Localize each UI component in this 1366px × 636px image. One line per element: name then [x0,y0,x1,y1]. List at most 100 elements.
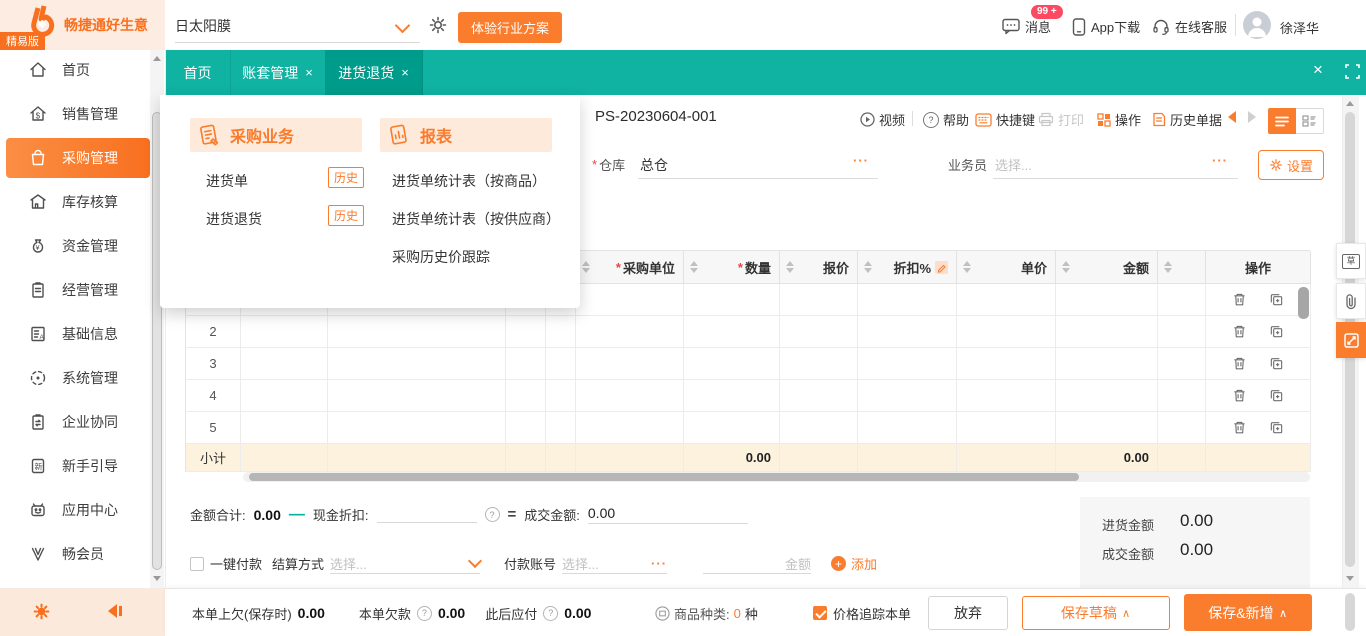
edit-pencil-icon[interactable] [935,261,948,274]
cell[interactable] [858,380,957,412]
question-circle-icon[interactable]: ? [485,507,500,522]
cell[interactable] [957,412,1056,444]
save-and-new-button[interactable]: 保存&新增∧ [1184,594,1312,631]
delete-row-icon[interactable] [1232,388,1247,403]
page-scrollbar-nub[interactable] [1345,593,1355,631]
cell[interactable] [1056,412,1158,444]
cell[interactable] [957,284,1056,316]
cell[interactable] [1056,380,1158,412]
cell[interactable] [780,412,858,444]
copy-row-icon[interactable] [1269,292,1284,307]
prev-doc-arrow-icon[interactable] [1228,111,1236,123]
cell[interactable] [684,412,780,444]
header-quote[interactable]: 报价 [780,251,858,284]
copy-row-icon[interactable] [1269,420,1284,435]
cell[interactable] [957,380,1056,412]
gear-icon[interactable] [428,15,448,35]
history-badge[interactable]: 历史 [328,167,364,188]
cash-discount-input[interactable] [377,506,477,523]
cell[interactable] [546,412,576,444]
history-docs-button[interactable]: 历史单据 [1152,110,1222,129]
next-doc-arrow-icon[interactable] [1248,111,1256,123]
sort-icon[interactable] [786,261,794,273]
pay-account-select[interactable]: 选择... ··· [562,553,667,574]
card-view-toggle[interactable] [1296,108,1324,134]
help-button[interactable]: ? 帮助 [923,110,969,129]
copy-row-icon[interactable] [1269,324,1284,339]
cell[interactable] [241,316,328,348]
cell[interactable] [780,284,858,316]
cell[interactable] [780,348,858,380]
cell[interactable] [1056,316,1158,348]
cell[interactable] [506,316,546,348]
close-all-tabs-icon[interactable]: × [1313,60,1323,80]
warehouse-more-icon[interactable]: ··· [853,153,869,168]
draft-list-button[interactable]: 草 [1336,243,1366,279]
fullscreen-icon[interactable] [1345,64,1360,79]
cell[interactable] [576,380,684,412]
shortcuts-button[interactable]: 快捷键 [975,110,1035,129]
sidebar-item-member[interactable]: 畅会员 [0,534,150,574]
question-circle-icon[interactable]: ? [417,606,432,621]
deal-amount-value[interactable]: 0.00 [588,505,748,524]
sidebar-item-guide[interactable]: 新 新手引导 [0,446,150,486]
cell[interactable] [506,412,546,444]
menu-item-purchase-order[interactable]: 进货单 [206,171,248,191]
question-circle-icon[interactable]: ? [543,606,558,621]
sort-icon[interactable] [1062,261,1070,273]
cell[interactable] [957,316,1056,348]
cell[interactable] [328,348,506,380]
cell[interactable] [858,284,957,316]
salesman-field-placeholder[interactable]: 选择... [995,155,1032,174]
header-unit-price[interactable]: 单价 [957,251,1056,284]
add-payment-button[interactable]: + 添加 [831,554,877,573]
cell[interactable] [780,316,858,348]
cell[interactable] [328,316,506,348]
header-discount[interactable]: 折扣% [858,251,957,284]
cell[interactable] [546,316,576,348]
price-track-checkbox[interactable] [813,606,827,620]
video-button[interactable]: 视频 [860,110,905,129]
cell[interactable] [1056,348,1158,380]
operations-button[interactable]: 操作 [1097,110,1141,129]
sidebar-collapse-icon[interactable] [105,601,127,621]
tab-purchase-returns[interactable]: 进货退货 × [325,50,423,95]
print-button[interactable]: 打印 [1038,110,1084,129]
cell[interactable] [1056,284,1158,316]
attachment-button[interactable] [1336,283,1366,319]
cell[interactable] [241,412,328,444]
header-quantity[interactable]: *数量 [684,251,780,284]
copy-row-icon[interactable] [1269,356,1284,371]
app-download-button[interactable]: App下载 [1072,17,1140,36]
sidebar-item-sales[interactable]: $ 销售管理 [0,94,150,134]
save-draft-button[interactable]: 保存草稿∧ [1022,596,1170,630]
menu-item-purchase-returns[interactable]: 进货退货 [206,209,262,229]
header-purchase-unit[interactable]: *采购单位 [576,251,684,284]
table-vertical-scrollbar[interactable] [1298,287,1309,319]
cell[interactable] [684,284,780,316]
sidebar-item-purchase[interactable]: 采购管理 [6,138,150,178]
expand-panel-button[interactable] [1336,322,1366,358]
avatar[interactable] [1243,11,1271,39]
scroll-down-icon[interactable] [153,576,161,581]
scroll-up-icon[interactable] [153,56,161,61]
trial-solution-button[interactable]: 体验行业方案 [458,12,562,43]
cell[interactable] [506,348,546,380]
cell[interactable] [858,348,957,380]
cell[interactable] [576,412,684,444]
cell[interactable] [546,348,576,380]
cell[interactable] [576,348,684,380]
cell[interactable] [684,316,780,348]
sort-icon[interactable] [1164,261,1172,273]
delete-row-icon[interactable] [1232,420,1247,435]
scroll-down-icon[interactable] [1346,576,1354,581]
delete-row-icon[interactable] [1232,324,1247,339]
cell[interactable] [576,316,684,348]
cell[interactable] [328,380,506,412]
delete-row-icon[interactable] [1232,356,1247,371]
sidebar-item-app-center[interactable]: 应用中心 [0,490,150,530]
tab-account-management[interactable]: 账套管理 × [230,50,326,95]
tab-close-icon[interactable]: × [305,65,313,80]
settings-button[interactable]: 设置 [1258,150,1324,180]
sidebar-item-inventory[interactable]: 库存核算 [0,182,150,222]
